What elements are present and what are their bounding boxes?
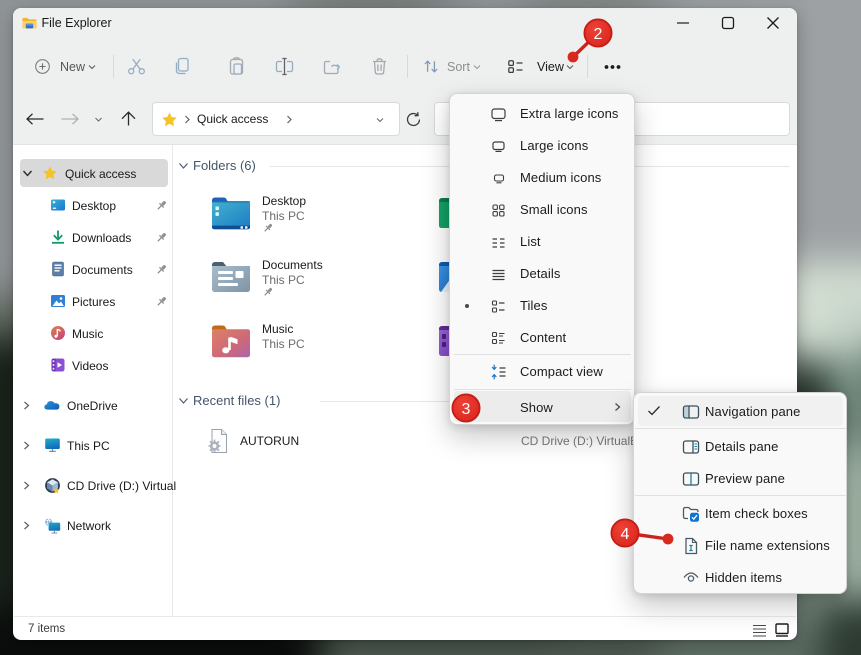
svg-text:3: 3 bbox=[462, 401, 471, 418]
svg-text:4: 4 bbox=[621, 526, 630, 543]
svg-text:2: 2 bbox=[594, 26, 603, 43]
